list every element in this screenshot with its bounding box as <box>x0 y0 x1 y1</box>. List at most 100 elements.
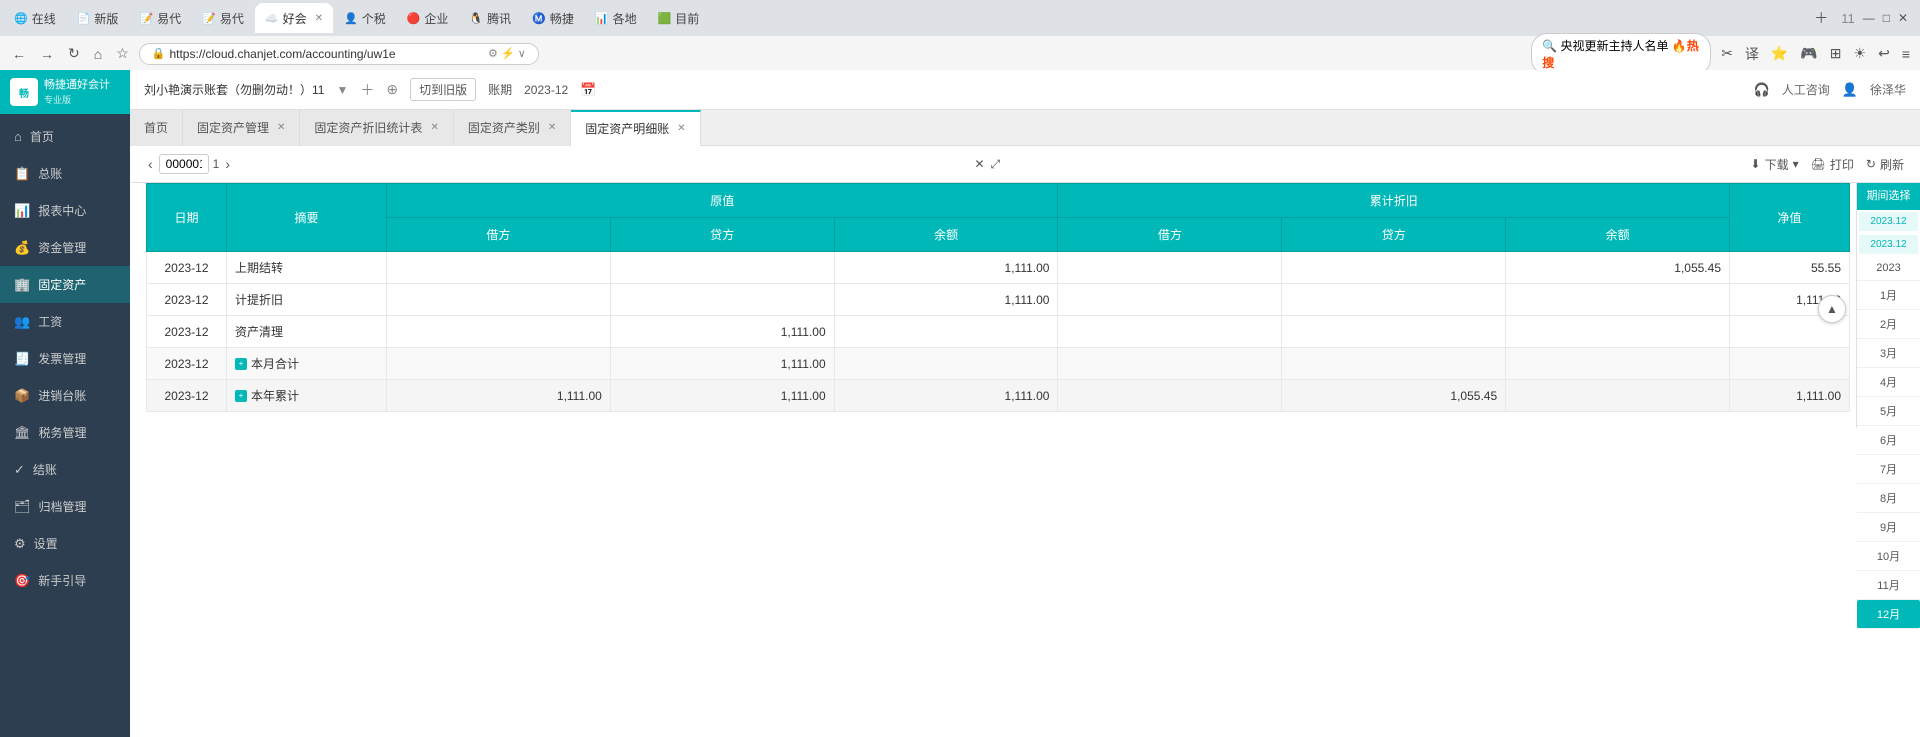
pagination-area: ‹ 1 › <box>146 154 232 174</box>
download-button[interactable]: ⬇ 下载 ▾ <box>1751 156 1799 173</box>
add-account-icon[interactable]: ＋ <box>360 80 374 100</box>
page-actions: ✕ ⤢ <box>974 157 1008 172</box>
row-icon-4: + <box>235 390 247 402</box>
sidebar-item-invoice[interactable]: 🧾发票管理 <box>0 340 130 377</box>
page-tab-close-fixed_asset_mgmt[interactable]: ✕ <box>277 122 285 133</box>
sidebar-item-stock[interactable]: 📦进销台账 <box>0 377 130 414</box>
service-label[interactable]: 人工咨询 <box>1782 81 1830 98</box>
user-label[interactable]: 徐泽华 <box>1870 81 1906 98</box>
period-item-10[interactable]: 10月 <box>1857 542 1920 571</box>
star-icon[interactable]: ⭐ <box>1769 43 1790 64</box>
page-tab-asset_detail[interactable]: 固定资产明细账✕ <box>571 110 700 146</box>
browser-tab-t2[interactable]: 📄新版 <box>67 3 129 33</box>
sidebar-item-ledger[interactable]: 📋总账 <box>0 155 130 192</box>
tab-favicon: 📊 <box>595 12 609 25</box>
reload-button[interactable]: ↻ <box>64 43 84 64</box>
back-button[interactable]: ← <box>8 44 30 64</box>
page-number-input[interactable] <box>159 154 209 174</box>
close-content-button[interactable]: ✕ <box>974 157 984 171</box>
period-item-7[interactable]: 7月 <box>1857 455 1920 484</box>
browser-search[interactable]: 🔍 央视更新主持人名单 🔥热搜 <box>1531 33 1711 75</box>
sidebar-item-settings[interactable]: ⚙设置 <box>0 525 130 562</box>
page-tab-close-asset_category[interactable]: ✕ <box>548 122 556 133</box>
right-panel: 刘小艳演示账套（勿删勿动！）11 ▼ ＋ ⊕ 切到旧版 账期 2023-12 📅… <box>130 70 1920 737</box>
sidebar-item-guide[interactable]: 🎯新手引导 <box>0 562 130 599</box>
bookmark-button[interactable]: ☆ <box>112 43 133 64</box>
sidebar-item-funds[interactable]: 💰资金管理 <box>0 229 130 266</box>
maximize-button[interactable]: □ <box>1883 11 1890 25</box>
nav-label-ledger: 总账 <box>38 165 62 182</box>
period-item-5[interactable]: 5月 <box>1857 397 1920 426</box>
sidebar-item-home[interactable]: ⌂首页 <box>0 118 130 155</box>
next-page-button[interactable]: › <box>223 154 232 174</box>
prev-page-button[interactable]: ‹ <box>146 154 155 174</box>
sidebar-item-fixed_assets[interactable]: 🏢固定资产 <box>0 266 130 303</box>
print-button[interactable]: 🖨 打印 <box>1811 156 1854 173</box>
address-bar[interactable]: 🔒 https://cloud.chanjet.com/accounting/u… <box>139 43 539 65</box>
row-acc-debit-1 <box>1058 284 1282 316</box>
sidebar-item-payroll[interactable]: 👥工资 <box>0 303 130 340</box>
forward-button[interactable]: → <box>36 44 58 64</box>
period-item-6[interactable]: 6月 <box>1857 426 1920 455</box>
sidebar-item-tax[interactable]: 🏛税务管理 <box>0 414 130 451</box>
calendar-icon[interactable]: 📅 <box>580 82 596 98</box>
scroll-up-button[interactable]: ▲ <box>1818 295 1846 323</box>
translate-icon[interactable]: 译 <box>1743 42 1761 66</box>
row-date-4: 2023-12 <box>147 380 227 412</box>
sidebar-item-closing[interactable]: ✓结账 <box>0 451 130 488</box>
undo-icon[interactable]: ↩ <box>1876 43 1892 64</box>
row-orig-debit-2 <box>387 316 611 348</box>
browser-tab-t3[interactable]: 📝易代 <box>129 3 191 33</box>
browser-tab-t7[interactable]: 🔴企业 <box>397 3 459 33</box>
browser-tab-t10[interactable]: 📊各地 <box>585 3 647 33</box>
grid-icon[interactable]: ⊞ <box>1828 43 1844 64</box>
browser-tab-t8[interactable]: 🐧腾讯 <box>459 3 521 33</box>
period-item-2[interactable]: 2月 <box>1857 310 1920 339</box>
sidebar-item-archive[interactable]: 🗂归档管理 <box>0 488 130 525</box>
scissors-icon[interactable]: ✂ <box>1719 43 1735 64</box>
page-tab-close-asset_detail[interactable]: ✕ <box>677 123 685 134</box>
page-tab-label-home: 首页 <box>144 119 168 136</box>
tab-label: 畅捷 <box>550 10 574 27</box>
row-orig-debit-0 <box>387 252 611 284</box>
page-tab-home[interactable]: 首页 <box>130 110 183 146</box>
home-button[interactable]: ⌂ <box>90 44 106 64</box>
menu-icon[interactable]: ≡ <box>1900 44 1912 64</box>
period-item-12[interactable]: 12月 <box>1857 600 1920 629</box>
nav-label-funds: 资金管理 <box>38 239 86 256</box>
row-orig-balance-0: 1,111.00 <box>834 252 1058 284</box>
refresh-button[interactable]: ↻ 刷新 <box>1866 156 1904 173</box>
settings-icon[interactable]: ⊕ <box>386 81 398 98</box>
browser-tab-t9[interactable]: Ⓜ️畅捷 <box>522 3 584 33</box>
browser-tab-t5[interactable]: ☁️好会✕ <box>255 3 333 33</box>
sidebar-item-reports[interactable]: 📊报表中心 <box>0 192 130 229</box>
th-orig-credit: 贷方 <box>610 218 834 252</box>
browser-tab-t6[interactable]: 👤个税 <box>334 3 396 33</box>
page-tab-fixed_asset_mgmt[interactable]: 固定资产管理✕ <box>183 110 300 146</box>
row-summary-0: 上期结转 <box>235 261 283 275</box>
minimize-button[interactable]: — <box>1863 11 1875 25</box>
period-item-4[interactable]: 4月 <box>1857 368 1920 397</box>
browser-tab-t11[interactable]: 🟩目前 <box>648 3 710 33</box>
row-orig-debit-1 <box>387 284 611 316</box>
game-icon[interactable]: 🎮 <box>1798 43 1819 64</box>
settings-icon[interactable]: ☀ <box>1852 43 1869 64</box>
period-item-3[interactable]: 3月 <box>1857 339 1920 368</box>
page-tab-asset_category[interactable]: 固定资产类别✕ <box>454 110 571 146</box>
period-item-9[interactable]: 9月 <box>1857 513 1920 542</box>
switch-version-button[interactable]: 切到旧版 <box>410 78 476 101</box>
expand-button[interactable]: ⤢ <box>991 157 1001 172</box>
tab-close-icon[interactable]: ✕ <box>315 13 323 24</box>
close-button[interactable]: ✕ <box>1898 11 1908 25</box>
period-item-2023[interactable]: 2023 <box>1857 256 1920 281</box>
nav-label-home: 首页 <box>30 128 54 145</box>
browser-tab-t1[interactable]: 🌐在线 <box>4 3 66 33</box>
page-tab-depreciation_stat[interactable]: 固定资产折旧统计表✕ <box>300 110 453 146</box>
page-tab-close-depreciation_stat[interactable]: ✕ <box>430 122 438 133</box>
period-value: 2023-12 <box>524 83 568 97</box>
period-item-11[interactable]: 11月 <box>1857 571 1920 600</box>
browser-tab-t4[interactable]: 📝易代 <box>192 3 254 33</box>
new-tab-button[interactable]: ＋ <box>1810 6 1832 30</box>
period-item-1[interactable]: 1月 <box>1857 281 1920 310</box>
period-item-8[interactable]: 8月 <box>1857 484 1920 513</box>
